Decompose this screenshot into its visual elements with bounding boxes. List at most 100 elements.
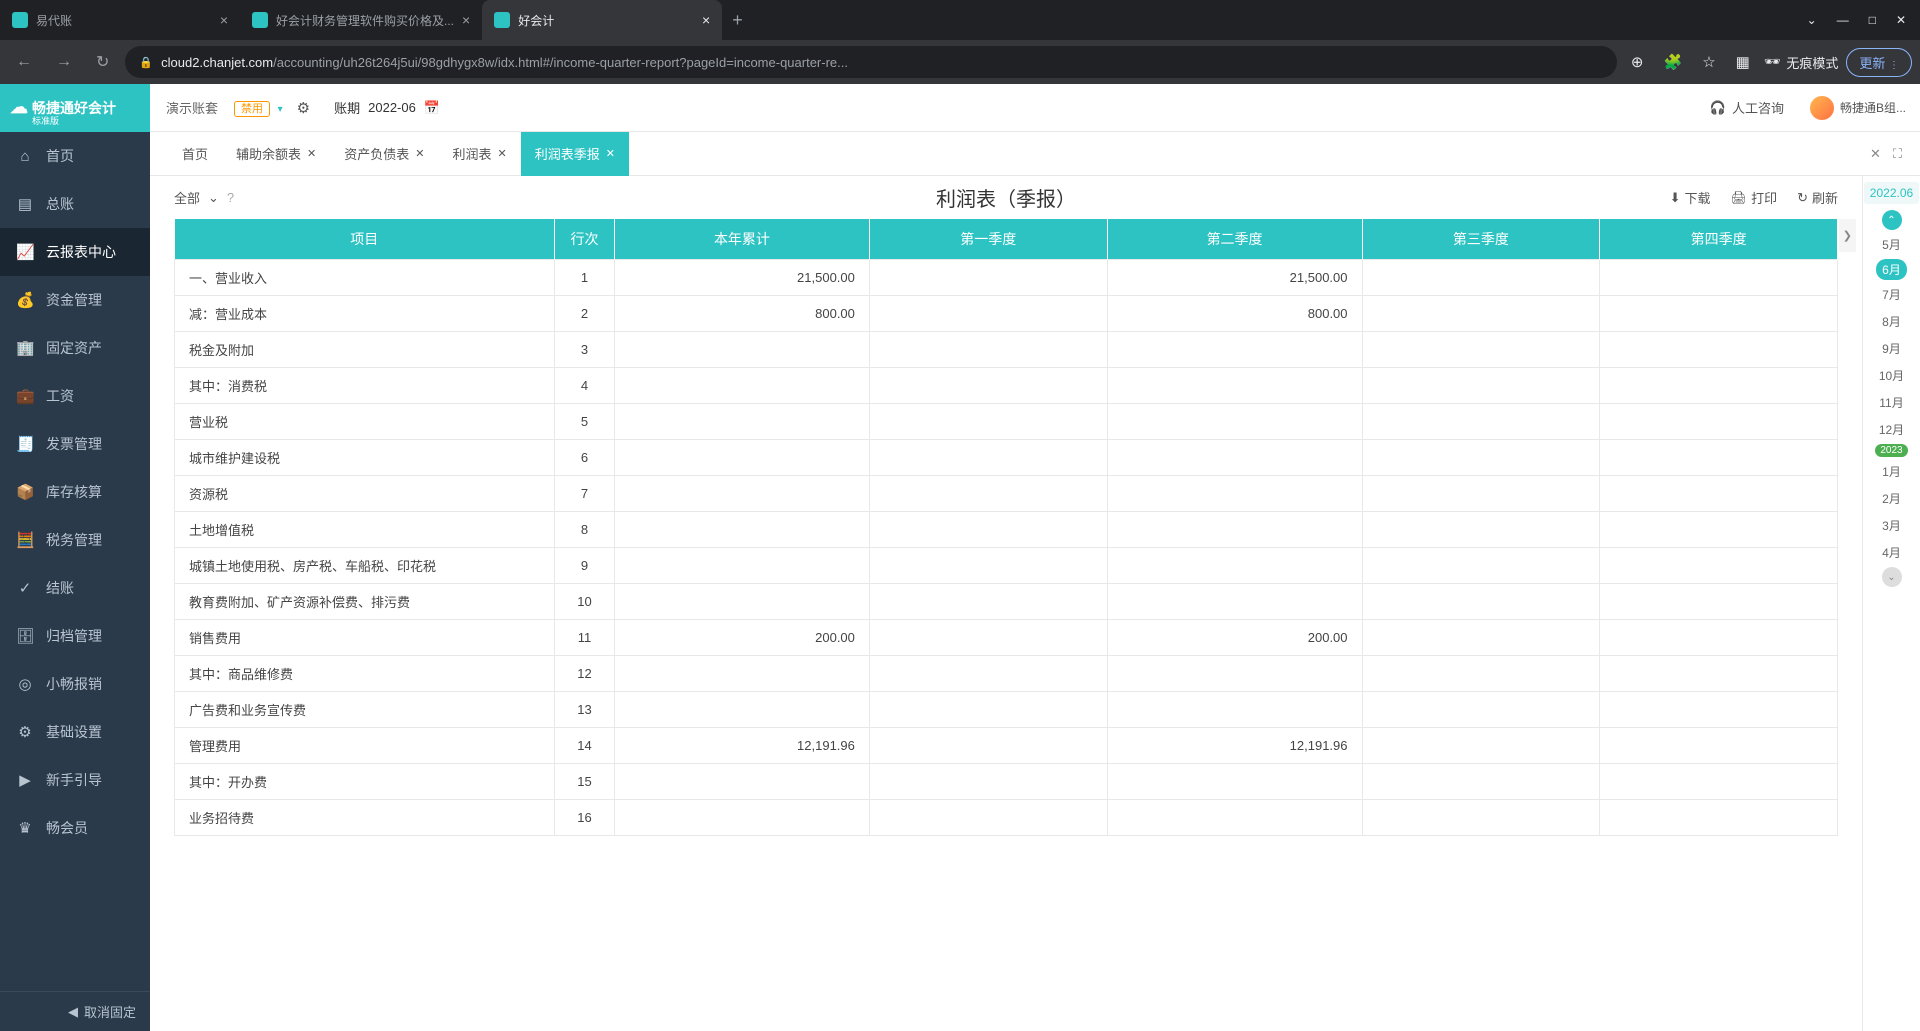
close-icon[interactable]: ✕ bbox=[307, 147, 316, 160]
zoom-icon[interactable]: ⊕ bbox=[1625, 47, 1650, 77]
month-item[interactable]: 4月 bbox=[1876, 540, 1907, 565]
account-selector[interactable]: 演示账套 bbox=[150, 98, 234, 117]
app-logo[interactable]: ☁ 畅捷通好会计 标准版 bbox=[0, 84, 150, 132]
user-menu[interactable]: 畅捷通B组... bbox=[1796, 96, 1920, 120]
window-close-icon[interactable]: ✕ bbox=[1896, 13, 1906, 27]
refresh-button[interactable]: ↻ 刷新 bbox=[1797, 188, 1838, 207]
close-icon[interactable]: ✕ bbox=[415, 147, 424, 160]
sidebar-item-14[interactable]: ♛畅会员 bbox=[0, 804, 150, 852]
table-row[interactable]: 税金及附加3 bbox=[175, 332, 1838, 368]
table-row[interactable]: 城镇土地使用税、房产税、车船税、印花税9 bbox=[175, 548, 1838, 584]
reload-button[interactable]: ↻ bbox=[88, 46, 117, 78]
extension-icon[interactable]: ▦ bbox=[1730, 47, 1756, 77]
sidebar-item-1[interactable]: ▤总账 bbox=[0, 180, 150, 228]
sidebar-item-4[interactable]: 🏢固定资产 bbox=[0, 324, 150, 372]
browser-tab-0[interactable]: 易代账 × bbox=[0, 0, 240, 40]
table-row[interactable]: 减：营业成本2800.00800.00 bbox=[175, 296, 1838, 332]
browser-tab-2[interactable]: 好会计 × bbox=[482, 0, 722, 40]
sidebar-item-8[interactable]: 🧮税务管理 bbox=[0, 516, 150, 564]
table-row[interactable]: 一、营业收入121,500.0021,500.00 bbox=[175, 260, 1838, 296]
scroll-down-icon[interactable]: ⌄ bbox=[1882, 567, 1902, 587]
month-item[interactable]: 7月 bbox=[1876, 282, 1907, 307]
sidebar-item-2[interactable]: 📈云报表中心 bbox=[0, 228, 150, 276]
incognito-indicator: 🕶 无痕模式 bbox=[1764, 53, 1839, 72]
close-icon[interactable]: × bbox=[220, 12, 228, 28]
report-table-wrap[interactable]: ❯ 项目行次本年累计第一季度第二季度第三季度第四季度 一、营业收入121,500… bbox=[150, 219, 1862, 1031]
table-row[interactable]: 营业税5 bbox=[175, 404, 1838, 440]
table-row[interactable]: 管理费用1412,191.9612,191.96 bbox=[175, 728, 1838, 764]
close-icon[interactable]: × bbox=[462, 12, 470, 28]
page-tab-0[interactable]: 首页 bbox=[168, 132, 222, 176]
print-button[interactable]: 🖨 打印 bbox=[1731, 188, 1778, 207]
month-item[interactable]: 11月 bbox=[1873, 390, 1909, 415]
table-cell: 其中：开办费 bbox=[175, 764, 555, 800]
address-bar[interactable]: 🔒 cloud2.chanjet.com/accounting/uh26t264… bbox=[125, 46, 1617, 78]
help-icon[interactable]: ? bbox=[227, 190, 234, 205]
table-row[interactable]: 其中：商品维修费12 bbox=[175, 656, 1838, 692]
month-item[interactable]: 5月 bbox=[1876, 232, 1907, 257]
new-tab-button[interactable]: + bbox=[722, 0, 753, 40]
page-tab-1[interactable]: 辅助余额表✕ bbox=[222, 132, 330, 176]
table-row[interactable]: 广告费和业务宣传费13 bbox=[175, 692, 1838, 728]
month-item[interactable]: 8月 bbox=[1876, 309, 1907, 334]
filter-dropdown[interactable]: 全部 ⌄ ? bbox=[174, 188, 234, 207]
support-button[interactable]: 🎧 人工咨询 bbox=[1698, 98, 1796, 117]
sidebar-item-label: 资金管理 bbox=[46, 290, 102, 310]
page-tab-4[interactable]: 利润表季报✕ bbox=[521, 132, 629, 176]
month-item[interactable]: 3月 bbox=[1876, 513, 1907, 538]
table-cell: 城市维护建设税 bbox=[175, 440, 555, 476]
sidebar-item-9[interactable]: ✓结账 bbox=[0, 564, 150, 612]
window-dropdown-icon[interactable]: ⌄ bbox=[1807, 13, 1817, 27]
sidebar-item-0[interactable]: ⌂首页 bbox=[0, 132, 150, 180]
download-button[interactable]: ⬇ 下载 bbox=[1670, 188, 1711, 207]
month-item[interactable]: 1月 bbox=[1876, 459, 1907, 484]
table-row[interactable]: 业务招待费16 bbox=[175, 800, 1838, 836]
browser-tab-1[interactable]: 好会计财务管理软件购买价格及... × bbox=[240, 0, 482, 40]
table-cell bbox=[1600, 800, 1838, 836]
table-row[interactable]: 其中：消费税4 bbox=[175, 368, 1838, 404]
month-item[interactable]: 6月 bbox=[1876, 259, 1907, 280]
month-item[interactable]: 12月 bbox=[1873, 417, 1910, 442]
update-button[interactable]: 更新 ⋮ bbox=[1846, 48, 1912, 77]
close-icon[interactable]: ✕ bbox=[498, 147, 507, 160]
sidebar-icon: ✓ bbox=[16, 579, 34, 597]
month-item[interactable]: 9月 bbox=[1876, 336, 1907, 361]
table-row[interactable]: 销售费用11200.00200.00 bbox=[175, 620, 1838, 656]
sidebar-item-6[interactable]: 🧾发票管理 bbox=[0, 420, 150, 468]
sidebar-item-7[interactable]: 📦库存核算 bbox=[0, 468, 150, 516]
table-row[interactable]: 教育费附加、矿产资源补偿费、排污费10 bbox=[175, 584, 1838, 620]
sidebar-item-11[interactable]: ◎小畅报销 bbox=[0, 660, 150, 708]
page-tab-2[interactable]: 资产负债表✕ bbox=[330, 132, 438, 176]
close-all-icon[interactable]: ✕ bbox=[1870, 146, 1881, 162]
table-cell: 教育费附加、矿产资源补偿费、排污费 bbox=[175, 584, 555, 620]
window-minimize-icon[interactable]: — bbox=[1837, 13, 1849, 27]
table-cell: 12,191.96 bbox=[1107, 728, 1362, 764]
table-row[interactable]: 资源税7 bbox=[175, 476, 1838, 512]
close-icon[interactable]: ✕ bbox=[606, 147, 615, 160]
sidebar-item-13[interactable]: ▶新手引导 bbox=[0, 756, 150, 804]
sidebar-item-3[interactable]: 💰资金管理 bbox=[0, 276, 150, 324]
back-button[interactable]: ← bbox=[8, 47, 40, 77]
sidebar-item-10[interactable]: 🗄归档管理 bbox=[0, 612, 150, 660]
forward-button[interactable]: → bbox=[48, 47, 80, 77]
scroll-right-icon[interactable]: ❯ bbox=[1839, 219, 1856, 252]
disable-badge[interactable]: 禁用 bbox=[234, 101, 270, 117]
table-row[interactable]: 其中：开办费15 bbox=[175, 764, 1838, 800]
fullscreen-icon[interactable]: ⛶ bbox=[1893, 146, 1902, 162]
month-item[interactable]: 2月 bbox=[1876, 486, 1907, 511]
sidebar-item-5[interactable]: 💼工资 bbox=[0, 372, 150, 420]
close-icon[interactable]: × bbox=[702, 12, 710, 28]
sidebar-pin-toggle[interactable]: ◀取消固定 bbox=[0, 991, 150, 1031]
chevron-down-icon[interactable]: ▾ bbox=[278, 104, 283, 115]
extensions-icon[interactable]: 🧩 bbox=[1658, 47, 1689, 77]
table-row[interactable]: 土地增值税8 bbox=[175, 512, 1838, 548]
sidebar-item-12[interactable]: ⚙基础设置 bbox=[0, 708, 150, 756]
page-tab-3[interactable]: 利润表✕ bbox=[438, 132, 520, 176]
window-maximize-icon[interactable]: □ bbox=[1869, 13, 1876, 27]
gear-icon[interactable]: ⚙ bbox=[297, 99, 310, 117]
month-item[interactable]: 10月 bbox=[1873, 363, 1910, 388]
period-selector[interactable]: 账期 2022-06 📅 bbox=[324, 98, 450, 117]
table-row[interactable]: 城市维护建设税6 bbox=[175, 440, 1838, 476]
bookmark-icon[interactable]: ☆ bbox=[1696, 47, 1721, 77]
scroll-up-icon[interactable]: ⌃ bbox=[1882, 210, 1902, 230]
